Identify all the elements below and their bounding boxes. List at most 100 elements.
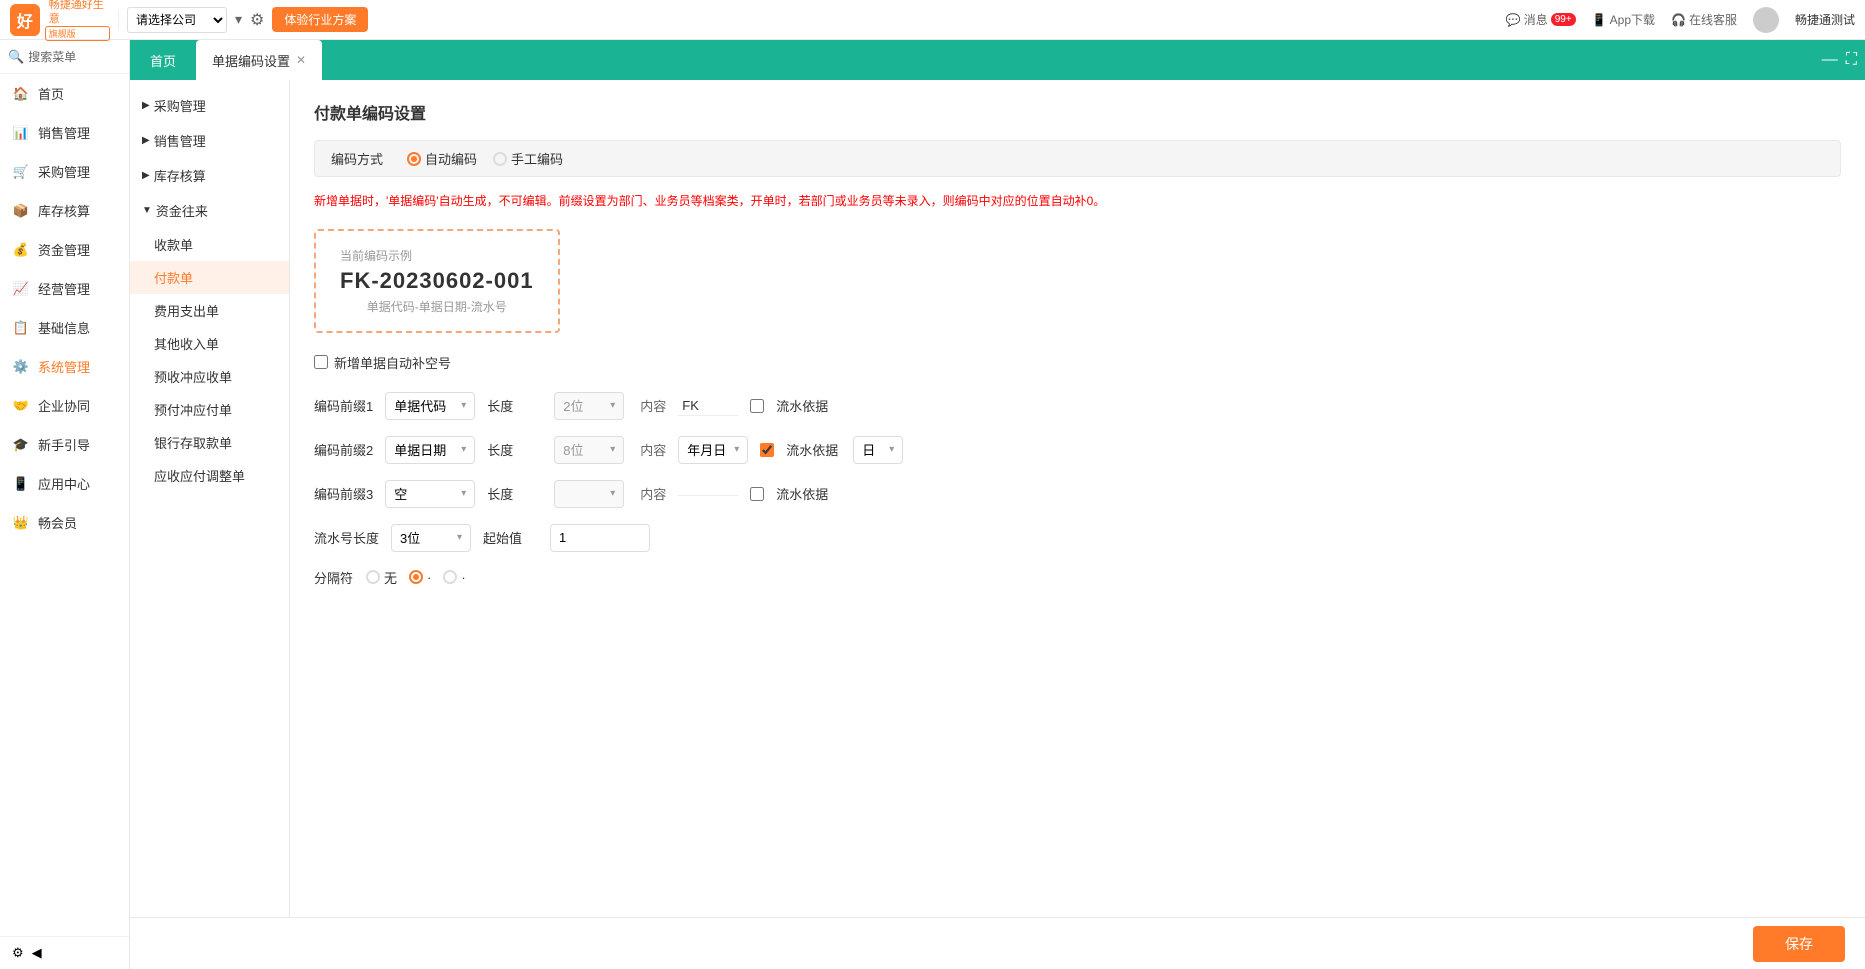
headset-icon: 🎧	[1671, 13, 1686, 27]
sub-menu-item-expense[interactable]: 费用支出单	[130, 294, 289, 327]
sub-menu-group-finance: ▼ 资金往来 收款单 付款单 费用支出单 其他收入单 预收冲应收单 预付冲应付单…	[130, 193, 289, 492]
industry-btn[interactable]: 体验行业方案	[272, 7, 368, 32]
chevron-right-icon-purchase: ▶	[142, 100, 150, 111]
sub-menu-label-sales: 销售管理	[154, 131, 206, 150]
sidebar-item-purchase[interactable]: 🛒 采购管理	[0, 152, 129, 191]
prefix3-value: 空	[394, 484, 407, 503]
prefix2-stream-label: 流水依据	[786, 440, 841, 459]
sub-menu-header-inventory[interactable]: ▶ 库存核算	[130, 158, 289, 193]
prefix3-select[interactable]: 空 ▾	[385, 480, 475, 508]
auto-fill-checkbox[interactable]	[314, 355, 328, 369]
sub-menu-item-prepay-receivable[interactable]: 预收冲应收单	[130, 360, 289, 393]
collapse-icon[interactable]: ◀	[32, 945, 42, 961]
finance-icon: 💰	[12, 241, 30, 259]
tab-code-settings[interactable]: 单据编码设置 ✕	[196, 40, 322, 80]
sidebar-item-system[interactable]: ⚙️ 系统管理	[0, 347, 129, 386]
sep-dot2-radio[interactable]	[443, 570, 457, 584]
prefix2-length-arrow: ▾	[610, 444, 615, 455]
serial-length-value: 3位	[400, 528, 420, 547]
save-button[interactable]: 保存	[1753, 926, 1845, 962]
code-example-label: 当前编码示例	[340, 247, 534, 264]
prefix2-content-select[interactable]: 年月日 ▾	[678, 436, 748, 464]
sidebar-item-label-apps: 应用中心	[38, 474, 90, 493]
bottom-bar: 保存	[130, 917, 1865, 969]
auto-code-option[interactable]: 自动编码	[407, 149, 477, 168]
minimize-icon[interactable]: —	[1822, 51, 1838, 69]
tab-code-settings-label: 单据编码设置	[212, 51, 290, 70]
start-value-input[interactable]	[550, 524, 650, 552]
message-count: 99+	[1551, 13, 1576, 26]
sidebar-item-home[interactable]: 🏠 首页	[0, 74, 129, 113]
tab-home[interactable]: 首页	[130, 40, 196, 80]
maximize-icon[interactable]: ⛶	[1846, 51, 1857, 69]
dropdown-icon[interactable]: ▾	[235, 11, 242, 28]
sub-menu-item-other-income[interactable]: 其他收入单	[130, 327, 289, 360]
separator-label: 分隔符	[314, 568, 354, 587]
sep-dot2-option[interactable]: ·	[443, 570, 465, 585]
sidebar-item-guide[interactable]: 🎓 新手引导	[0, 425, 129, 464]
member-icon: 👑	[12, 514, 30, 532]
tab-close-icon[interactable]: ✕	[296, 53, 306, 67]
sidebar-item-sales[interactable]: 📊 销售管理	[0, 113, 129, 152]
sidebar-item-label-system: 系统管理	[38, 357, 90, 376]
auto-code-radio[interactable]	[407, 152, 421, 166]
sidebar-item-member[interactable]: 👑 畅会员	[0, 503, 129, 542]
serial-length-select[interactable]: 3位 ▾	[391, 524, 471, 552]
sub-menu-item-prepay-payable[interactable]: 预付冲应付单	[130, 393, 289, 426]
prefix1-length-select[interactable]: 2位 ▾	[554, 392, 624, 420]
serial-row: 流水号长度 3位 ▾ 起始值	[314, 524, 1841, 552]
guide-icon: 🎓	[12, 436, 30, 454]
username: 畅捷通测试	[1795, 11, 1855, 28]
prefix1-row: 编码前缀1 单据代码 ▾ 长度 2位 ▾ 内容 FK 流水依据	[314, 392, 1841, 420]
logo-icon: 好	[10, 4, 40, 36]
prefix3-content-label: 内容	[640, 484, 666, 503]
prefix2-cycle-select[interactable]: 日 ▾	[853, 436, 903, 464]
sidebar-search[interactable]: 🔍 搜索菜单	[0, 40, 129, 74]
sub-menu-item-payment[interactable]: 付款单	[130, 261, 289, 294]
sidebar-item-inventory[interactable]: 📦 库存核算	[0, 191, 129, 230]
company-select[interactable]: 请选择公司	[127, 7, 227, 33]
sidebar-item-apps[interactable]: 📱 应用中心	[0, 464, 129, 503]
app-download-label: App下载	[1610, 11, 1655, 28]
online-service-btn[interactable]: 🎧 在线客服	[1671, 11, 1737, 28]
manual-code-option[interactable]: 手工编码	[493, 149, 563, 168]
prefix1-stream-checkbox[interactable]	[750, 399, 764, 413]
prefix2-stream-checkbox[interactable]	[760, 443, 774, 457]
gear-icon[interactable]: ⚙	[250, 10, 264, 30]
app-download-btn[interactable]: 📱 App下载	[1592, 11, 1655, 28]
coding-mode-bar: 编码方式 自动编码 手工编码	[314, 140, 1841, 177]
sub-menu-item-bank[interactable]: 银行存取款单	[130, 426, 289, 459]
main-layout: 🔍 搜索菜单 🏠 首页 📊 销售管理 🛒 采购管理 📦 库存核算 💰 资金管理 …	[0, 40, 1865, 969]
auto-fill-row: 新增单据自动补空号	[314, 353, 1841, 372]
sep-dot-option[interactable]: ·	[409, 570, 431, 585]
prefix3-label: 编码前缀3	[314, 484, 373, 503]
sub-menu-header-finance[interactable]: ▼ 资金往来	[130, 193, 289, 228]
sidebar-bottom: ⚙ ◀	[0, 936, 129, 969]
prefix1-select[interactable]: 单据代码 ▾	[385, 392, 475, 420]
sep-none-option[interactable]: 无	[366, 568, 397, 587]
sidebar-item-enterprise[interactable]: 🤝 企业协同	[0, 386, 129, 425]
sep-none-radio[interactable]	[366, 570, 380, 584]
serial-length-arrow: ▾	[457, 532, 462, 543]
manual-code-radio[interactable]	[493, 152, 507, 166]
search-label: 搜索菜单	[28, 48, 76, 65]
prefix2-content-arrow: ▾	[734, 444, 739, 455]
auto-code-label: 自动编码	[425, 149, 477, 168]
sub-menu-header-purchase[interactable]: ▶ 采购管理	[130, 88, 289, 123]
sub-menu-item-adjustment[interactable]: 应收应付调整单	[130, 459, 289, 492]
sub-menu-header-sales[interactable]: ▶ 销售管理	[130, 123, 289, 158]
message-btn[interactable]: 💬 消息 99+	[1506, 11, 1576, 28]
prefix3-stream-checkbox[interactable]	[750, 487, 764, 501]
message-icon: 💬	[1506, 13, 1521, 27]
prefix1-stream-label: 流水依据	[776, 396, 831, 415]
sidebar-item-basic[interactable]: 📋 基础信息	[0, 308, 129, 347]
sidebar-item-operations[interactable]: 📈 经营管理	[0, 269, 129, 308]
settings-bottom-icon[interactable]: ⚙	[12, 945, 24, 961]
sep-dot-radio[interactable]	[409, 570, 423, 584]
sub-menu-item-receipt[interactable]: 收款单	[130, 228, 289, 261]
prefix3-length-select[interactable]: ▾	[554, 480, 624, 508]
prefix2-select[interactable]: 单据日期 ▾	[385, 436, 475, 464]
sidebar-item-finance[interactable]: 💰 资金管理	[0, 230, 129, 269]
prefix2-cycle-arrow: ▾	[889, 444, 894, 455]
prefix2-length-select[interactable]: 8位 ▾	[554, 436, 624, 464]
